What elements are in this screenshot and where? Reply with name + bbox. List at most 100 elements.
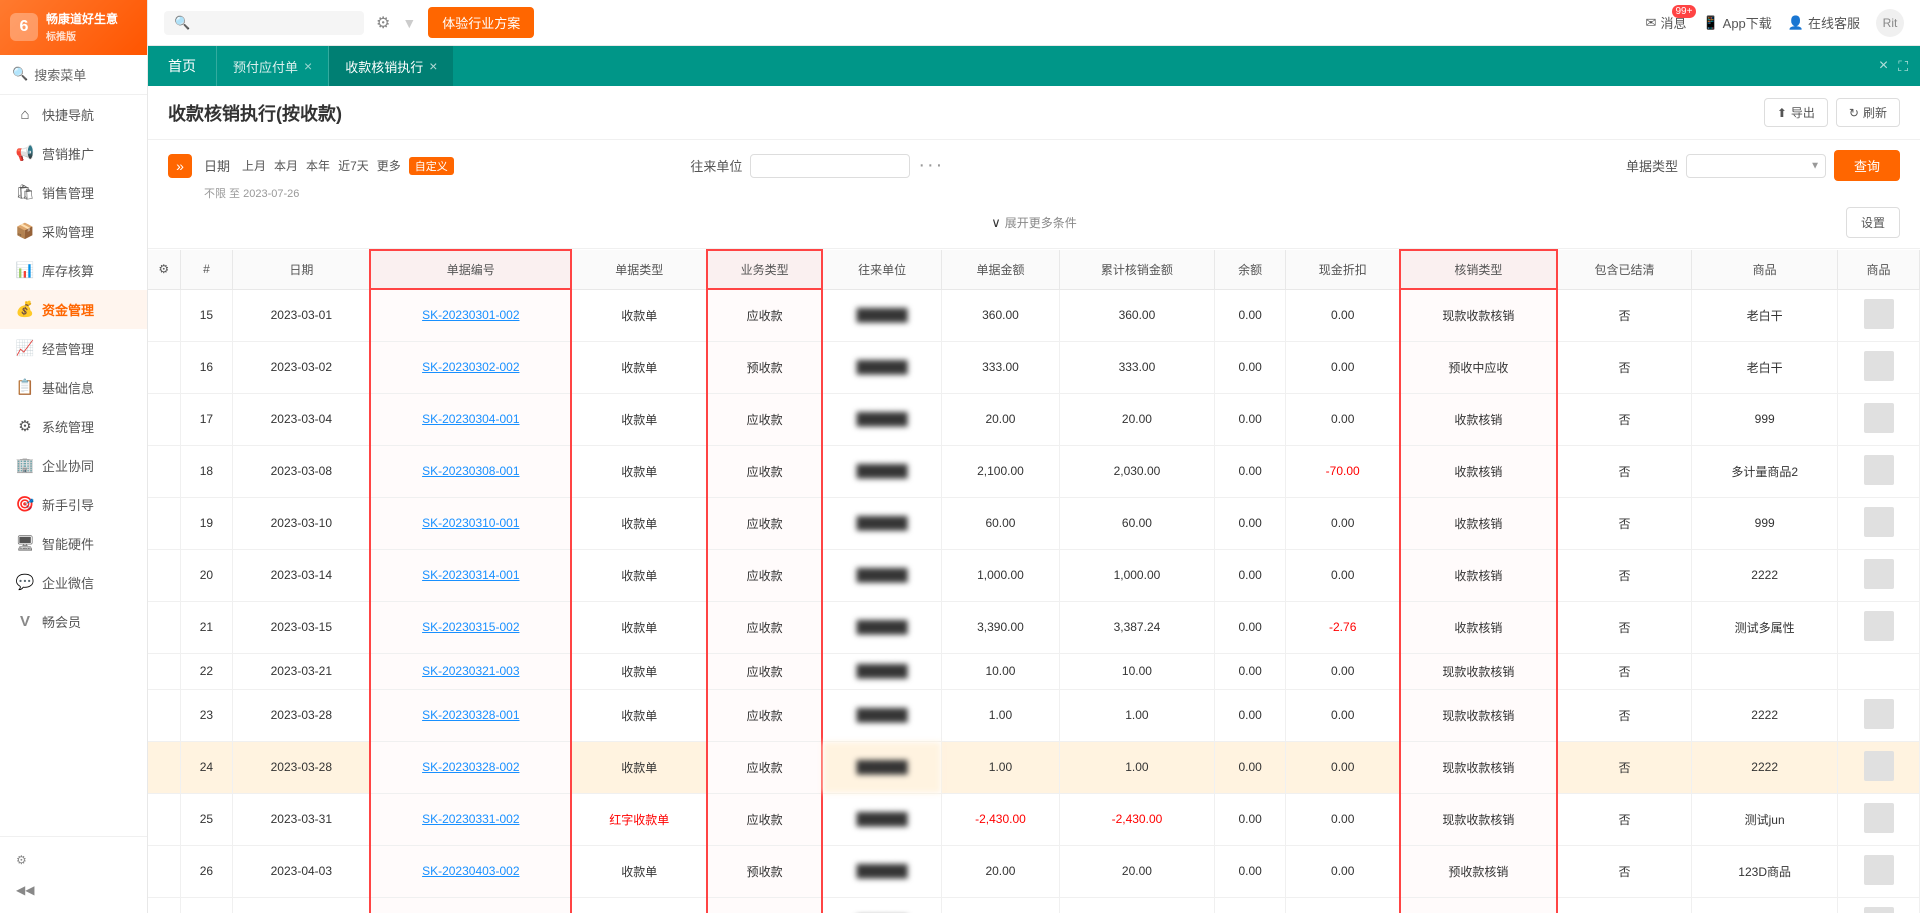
sidebar-item-hardware[interactable]: 🖥 智能硬件: [0, 524, 147, 563]
row-doc-no[interactable]: SK-20230315-002: [370, 601, 571, 653]
row-doc-no[interactable]: SK-20230403-002: [370, 845, 571, 897]
tabbar: 首页 预付应付单 × 收款核销执行 × × ⛶: [148, 46, 1920, 86]
sidebar-item-basic[interactable]: 📋 基础信息: [0, 368, 147, 407]
row-amount: 333.00: [941, 341, 1059, 393]
sidebar-item-label: 基础信息: [42, 378, 94, 397]
sidebar-item-marketing[interactable]: 📢 营销推广: [0, 134, 147, 173]
date-opt-more[interactable]: 更多: [377, 157, 401, 174]
operation-icon: 📈: [16, 339, 34, 357]
sidebar-item-guide[interactable]: 🎯 新手引导: [0, 485, 147, 524]
user-profile[interactable]: Rit: [1876, 9, 1904, 37]
tab-advance[interactable]: 预付应付单 ×: [217, 46, 329, 86]
ellipsis[interactable]: ···: [918, 154, 944, 177]
row-doc-type: 收款单: [571, 393, 707, 445]
sidebar-settings[interactable]: ⚙: [0, 845, 147, 875]
row-doc-no[interactable]: SK-20230310-001: [370, 497, 571, 549]
goods-thumbnail: [1864, 403, 1894, 433]
row-balance: 0.00: [1214, 289, 1285, 341]
row-settings: [148, 897, 180, 913]
tab-advance-close[interactable]: ×: [304, 58, 312, 74]
filter-row2: ∨ 展开更多条件 设置: [168, 207, 1900, 238]
th-settings[interactable]: ⚙: [148, 250, 180, 289]
date-opt-7days[interactable]: 近7天: [338, 157, 369, 174]
row-doc-type: 收款单: [571, 341, 707, 393]
row-write-off-type: 收款核销: [1400, 393, 1557, 445]
row-goods2: [1838, 741, 1920, 793]
date-filter-label: 日期: [204, 156, 230, 175]
sidebar-item-wechat[interactable]: 💬 企业微信: [0, 563, 147, 602]
refresh-button[interactable]: ↻ 刷新: [1836, 98, 1900, 127]
export-button[interactable]: ⬆ 导出: [1764, 98, 1828, 127]
sidebar-item-inventory[interactable]: 📊 库存核算: [0, 251, 147, 290]
column-settings-icon[interactable]: ⚙: [158, 262, 169, 276]
row-goods2: [1838, 497, 1920, 549]
sidebar-item-enterprise[interactable]: 🏢 企业协同: [0, 446, 147, 485]
online-service-button[interactable]: 👤 在线客服: [1788, 13, 1860, 32]
row-doc-no[interactable]: SK-20230301-002: [370, 289, 571, 341]
sidebar-item-system[interactable]: ⚙ 系统管理: [0, 407, 147, 446]
row-doc-no[interactable]: SK-20230331-002: [370, 793, 571, 845]
row-settings: [148, 497, 180, 549]
setting-button[interactable]: 设置: [1846, 207, 1900, 238]
partner-input[interactable]: [750, 154, 910, 178]
row-doc-type: 收款单: [571, 741, 707, 793]
date-opt-custom[interactable]: 自定义: [409, 157, 454, 175]
message-button[interactable]: ✉ 消息 99+: [1646, 13, 1687, 32]
finance-icon: 💰: [16, 300, 34, 318]
row-settings: [148, 289, 180, 341]
wechat-icon: 💬: [16, 573, 34, 591]
row-goods: 123D商品: [1692, 845, 1838, 897]
row-doc-no[interactable]: SK-20230304-001: [370, 393, 571, 445]
solution-button[interactable]: 体验行业方案: [428, 7, 534, 38]
row-goods: 2222: [1692, 741, 1838, 793]
sidebar-collapse[interactable]: ◀◀: [0, 875, 147, 905]
row-total-write-off: 100.00: [1059, 897, 1214, 913]
th-partner: 往来单位: [822, 250, 941, 289]
date-opt-this-month[interactable]: 本月: [274, 157, 298, 174]
expand-conditions[interactable]: ∨ 展开更多条件: [991, 214, 1077, 231]
sidebar-item-member[interactable]: V 畅会员: [0, 602, 147, 641]
date-opt-last-month[interactable]: 上月: [242, 157, 266, 174]
date-opt-this-year[interactable]: 本年: [306, 157, 330, 174]
filter-toggle-button[interactable]: »: [168, 154, 192, 178]
row-doc-no[interactable]: SK-20230408-001: [370, 897, 571, 913]
sidebar-item-operation[interactable]: 📈 经营管理: [0, 329, 147, 368]
row-doc-no[interactable]: SK-20230302-002: [370, 341, 571, 393]
sidebar: 6 畅康道好生意 标推版 🔍 搜索菜单 ⌂ 快捷导航 📢 营销推广 🛍 销售管理…: [0, 0, 148, 913]
main-content: 🔍 ⚙ ▼ 体验行业方案 ✉ 消息 99+ 📱 App下载 👤 在线客服 Ri: [148, 0, 1920, 913]
sidebar-item-finance[interactable]: 💰 资金管理: [0, 290, 147, 329]
tab-close-all-icon[interactable]: ×: [1879, 57, 1888, 75]
row-doc-no[interactable]: SK-20230328-001: [370, 689, 571, 741]
enterprise-icon: 🏢: [16, 456, 34, 474]
row-goods2: [1838, 689, 1920, 741]
tab-home[interactable]: 首页: [148, 46, 217, 86]
row-goods2: [1838, 845, 1920, 897]
row-settings: [148, 741, 180, 793]
row-doc-no[interactable]: SK-20230308-001: [370, 445, 571, 497]
row-doc-no[interactable]: SK-20230314-001: [370, 549, 571, 601]
sidebar-item-sales[interactable]: 🛍 销售管理: [0, 173, 147, 212]
app-download-button[interactable]: 📱 App下载: [1702, 13, 1771, 32]
row-balance: 0.00: [1214, 741, 1285, 793]
tab-collection[interactable]: 收款核销执行 ×: [329, 46, 453, 86]
topbar-gear-icon[interactable]: ⚙: [376, 13, 390, 33]
row-biz-type: 应收款: [707, 897, 822, 913]
tab-collection-close[interactable]: ×: [429, 58, 437, 74]
sidebar-item-quick-nav[interactable]: ⌂ 快捷导航: [0, 95, 147, 134]
row-doc-no[interactable]: SK-20230328-002: [370, 741, 571, 793]
row-goods: 老白干: [1692, 341, 1838, 393]
topbar-search-input[interactable]: [196, 16, 346, 30]
table-row: 212023-03-15SK-20230315-002收款单应收款██████3…: [148, 601, 1920, 653]
sidebar-bottom: ⚙ ◀◀: [0, 836, 147, 913]
row-total-write-off: 10.00: [1059, 653, 1214, 689]
data-table: ⚙ # 日期 单据编号 单据类型 业务类型 往来单位 单据金额 累计核销金额 余…: [148, 249, 1920, 913]
search-menu[interactable]: 🔍 搜索菜单: [0, 55, 147, 95]
query-button[interactable]: 查询: [1834, 150, 1900, 181]
row-no: 27: [180, 897, 233, 913]
tab-expand-icon[interactable]: ⛶: [1898, 58, 1908, 75]
doctype-select[interactable]: [1686, 154, 1826, 178]
topbar-search-wrap: 🔍: [164, 11, 364, 35]
sidebar-item-purchase[interactable]: 📦 采购管理: [0, 212, 147, 251]
row-include-settled: 否: [1557, 497, 1692, 549]
row-doc-no[interactable]: SK-20230321-003: [370, 653, 571, 689]
